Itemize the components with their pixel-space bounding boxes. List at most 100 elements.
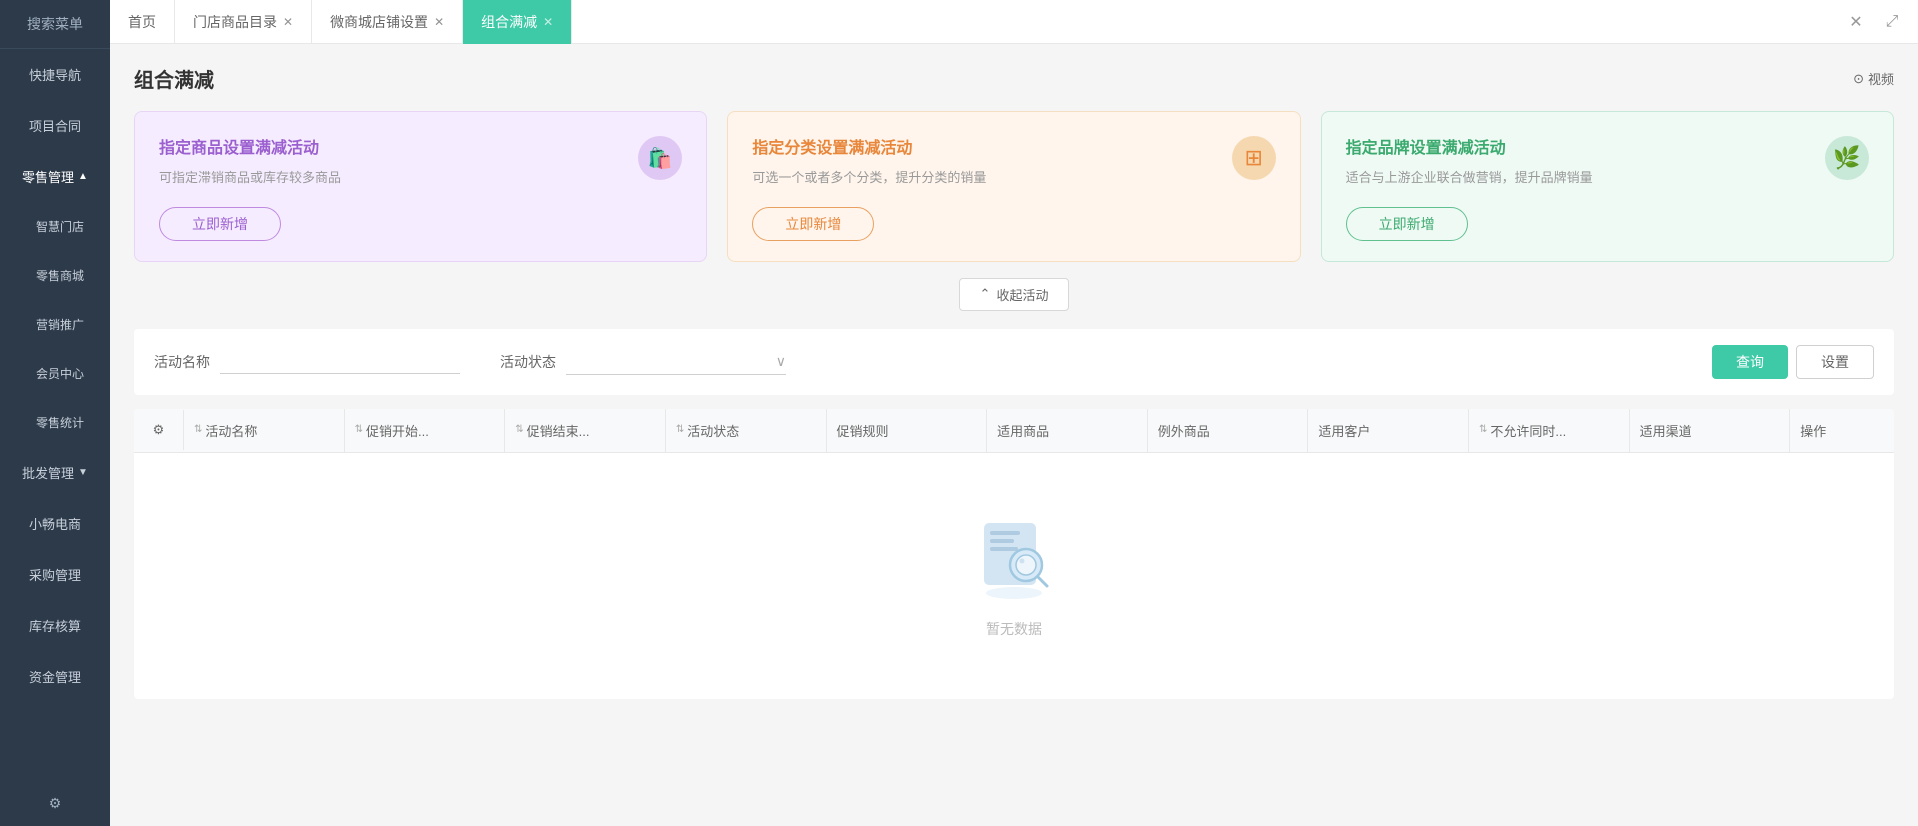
th-not-allow-same-time-label: 不允许同时... [1490, 421, 1566, 440]
th-applicable-customer-label: 适用客户 [1318, 421, 1370, 440]
chevron-down-icon: ∨ [776, 353, 786, 370]
sidebar-item-quick-nav[interactable]: 快捷导航 [0, 49, 110, 100]
th-gear[interactable]: ⚙ [134, 410, 184, 450]
chevron-down-icon: ▼ [78, 467, 88, 478]
sidebar-search[interactable]: 搜索菜单 [0, 0, 110, 49]
sidebar: 搜索菜单 快捷导航 项目合同 零售管理 ▲ 智慧门店 零售商城 营销推广 会员中… [0, 0, 110, 826]
card-brand-icon: 🌿 [1825, 136, 1869, 180]
th-applicable-channel-label: 适用渠道 [1640, 421, 1692, 440]
th-sort-icon[interactable]: ⇅ [355, 425, 363, 435]
card-product-icon: 🛍️ [638, 136, 682, 180]
sidebar-item-purchase-mgmt[interactable]: 采购管理 [0, 549, 110, 600]
card-category-title: 指定分类设置满减活动 [752, 134, 1275, 158]
sidebar-item-inventory-check[interactable]: 库存核算 [0, 600, 110, 651]
card-category-icon: ⊞ [1232, 136, 1276, 180]
activity-name-input[interactable] [220, 349, 460, 374]
search-bar: 活动名称 活动状态 ∨ 查询 设置 [134, 329, 1894, 395]
tab-home-label: 首页 [128, 12, 156, 32]
close-icon[interactable]: ✕ [434, 15, 444, 29]
th-sort-icon[interactable]: ⇅ [1479, 425, 1487, 435]
th-exception-goods-label: 例外商品 [1158, 421, 1210, 440]
card-brand-add-button[interactable]: 立即新增 [1346, 207, 1468, 241]
th-operation-label: 操作 [1800, 421, 1826, 440]
th-promo-start-label: 促销开始... [366, 421, 429, 440]
sidebar-item-member-center[interactable]: 会员中心 [0, 349, 110, 398]
th-applicable-customer: 适用客户 [1308, 409, 1469, 452]
th-not-allow-same-time: ⇅ 不允许同时... [1469, 409, 1630, 452]
th-promo-rule-label: 促销规则 [837, 421, 889, 440]
tab-bar: 首页 门店商品目录 ✕ 微商城店铺设置 ✕ 组合满减 ✕ ✕ ⤢ [110, 0, 1918, 44]
activity-status-field: 活动状态 ∨ [500, 349, 786, 375]
window-close-button[interactable]: ✕ [1842, 8, 1870, 36]
sidebar-item-label: 智慧门店 [36, 218, 84, 235]
th-activity-status-label: 活动状态 [687, 421, 739, 440]
sidebar-item-label: 批发管理 [22, 463, 74, 482]
th-sort-icon[interactable]: ⇅ [194, 425, 202, 435]
empty-state: 暂无数据 [134, 453, 1894, 699]
leaf-icon: 🌿 [1833, 145, 1860, 171]
th-exception-goods: 例外商品 [1148, 409, 1309, 452]
sidebar-item-label: 库存核算 [29, 616, 81, 635]
card-product-add-button[interactable]: 立即新增 [159, 207, 281, 241]
settings-icon: ⚙ [153, 422, 165, 438]
sidebar-item-retail-mall[interactable]: 零售商城 [0, 251, 110, 300]
activity-card-product: 🛍️ 指定商品设置满减活动 可指定滞销商品或库存较多商品 立即新增 [134, 111, 707, 262]
activity-card-category: ⊞ 指定分类设置满减活动 可选一个或者多个分类，提升分类的销量 立即新增 [727, 111, 1300, 262]
category-icon: ⊞ [1244, 145, 1262, 171]
page-header: 组合满减 ⊙ 视频 [134, 64, 1894, 93]
sidebar-item-label: 快捷导航 [29, 65, 81, 84]
sidebar-item-label: 采购管理 [29, 565, 81, 584]
sidebar-item-retail-management[interactable]: 零售管理 ▲ [0, 151, 110, 202]
th-promo-rule: 促销规则 [827, 409, 988, 452]
card-product-title: 指定商品设置满减活动 [159, 134, 682, 158]
sidebar-item-smart-store[interactable]: 智慧门店 [0, 202, 110, 251]
sidebar-item-label: 零售统计 [36, 414, 84, 431]
tab-combo-discount-label: 组合满减 [481, 12, 537, 32]
window-maximize-button[interactable]: ⤢ [1878, 8, 1906, 36]
shopping-bag-icon: 🛍️ [648, 146, 673, 171]
sidebar-item-project-contract[interactable]: 项目合同 [0, 100, 110, 151]
sidebar-item-xiaochang-ec[interactable]: 小畅电商 [0, 498, 110, 549]
setting-button[interactable]: 设置 [1796, 345, 1874, 379]
sidebar-item-marketing[interactable]: 营销推广 [0, 300, 110, 349]
card-product-desc: 可指定滞销商品或库存较多商品 [159, 168, 525, 189]
sidebar-item-retail-stats[interactable]: 零售统计 [0, 398, 110, 447]
tab-home[interactable]: 首页 [110, 0, 175, 44]
tab-mini-store-settings[interactable]: 微商城店铺设置 ✕ [312, 0, 463, 44]
card-category-desc: 可选一个或者多个分类，提升分类的销量 [752, 168, 1118, 189]
sidebar-item-label: 项目合同 [29, 116, 81, 135]
th-promo-start: ⇅ 促销开始... [345, 409, 506, 452]
tab-store-catalog[interactable]: 门店商品目录 ✕ [175, 0, 312, 44]
chevron-up-icon: ▲ [78, 171, 88, 182]
th-sort-icon[interactable]: ⇅ [515, 425, 523, 435]
search-actions: 查询 设置 [1712, 345, 1874, 379]
video-button[interactable]: ⊙ 视频 [1853, 69, 1894, 88]
tab-combo-discount[interactable]: 组合满减 ✕ [463, 0, 572, 44]
table-container: ⚙ ⇅ 活动名称 ⇅ 促销开始... ⇅ 促销结束... ⇅ 活动状态 [134, 409, 1894, 699]
close-icon[interactable]: ✕ [283, 15, 293, 29]
chevron-up-icon: ⌃ [980, 286, 991, 302]
empty-text: 暂无数据 [986, 619, 1042, 639]
activity-status-select[interactable]: ∨ [566, 349, 786, 375]
card-brand-desc: 适合与上游企业联合做营销，提升品牌销量 [1346, 168, 1712, 189]
sidebar-settings-icon[interactable]: ⚙ [0, 781, 110, 826]
collapse-bar: ⌃ 收起活动 [134, 278, 1894, 311]
table-header: ⚙ ⇅ 活动名称 ⇅ 促销开始... ⇅ 促销结束... ⇅ 活动状态 [134, 409, 1894, 453]
activity-card-brand: 🌿 指定品牌设置满减活动 适合与上游企业联合做营销，提升品牌销量 立即新增 [1321, 111, 1894, 262]
th-applicable-goods-label: 适用商品 [997, 421, 1049, 440]
sidebar-item-wholesale-mgmt[interactable]: 批发管理 ▼ [0, 447, 110, 498]
th-sort-icon[interactable]: ⇅ [676, 425, 684, 435]
th-activity-status: ⇅ 活动状态 [666, 409, 827, 452]
th-applicable-goods: 适用商品 [987, 409, 1148, 452]
collapse-activity-button[interactable]: ⌃ 收起活动 [959, 278, 1070, 311]
query-button[interactable]: 查询 [1712, 345, 1788, 379]
activity-status-label: 活动状态 [500, 352, 556, 372]
activity-cards: 🛍️ 指定商品设置满减活动 可指定滞销商品或库存较多商品 立即新增 ⊞ 指定分类… [134, 111, 1894, 262]
close-icon[interactable]: ✕ [543, 15, 553, 29]
th-activity-name: ⇅ 活动名称 [184, 409, 345, 452]
card-category-add-button[interactable]: 立即新增 [752, 207, 874, 241]
sidebar-item-label: 资金管理 [29, 667, 81, 686]
sidebar-item-label: 零售管理 [22, 167, 74, 186]
sidebar-item-label: 零售商城 [36, 267, 84, 284]
sidebar-item-fund-mgmt[interactable]: 资金管理 [0, 651, 110, 702]
